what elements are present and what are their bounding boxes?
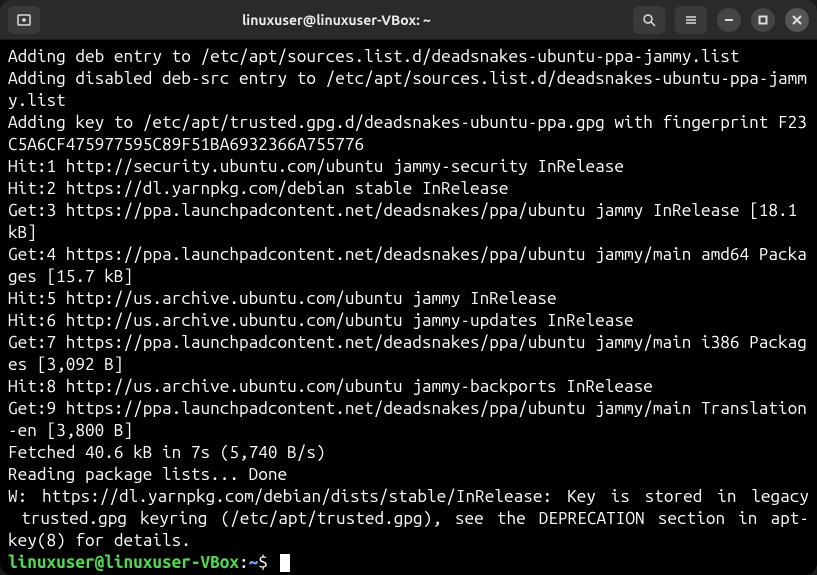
terminal-cursor bbox=[280, 554, 290, 572]
new-tab-button[interactable] bbox=[8, 6, 40, 34]
terminal-line: Hit:5 http://us.archive.ubuntu.com/ubunt… bbox=[8, 289, 557, 308]
terminal-warning-line: W: https://dl.yarnpkg.com/debian/dists/s… bbox=[8, 486, 809, 508]
new-tab-icon bbox=[16, 12, 32, 28]
terminal-line: Adding deb entry to /etc/apt/sources.lis… bbox=[8, 47, 740, 66]
minimize-icon bbox=[724, 15, 734, 25]
terminal-line: Hit:1 http://security.ubuntu.com/ubuntu … bbox=[8, 157, 624, 176]
search-icon bbox=[641, 12, 657, 28]
terminal-warning-line: key(8) for details. bbox=[8, 531, 191, 550]
menu-button[interactable] bbox=[675, 6, 707, 34]
terminal-line: Get:7 https://ppa.launchpadcontent.net/d… bbox=[8, 333, 807, 374]
close-icon bbox=[792, 15, 802, 25]
terminal-line: Hit:2 https://dl.yarnpkg.com/debian stab… bbox=[8, 179, 509, 198]
prompt-colon: : bbox=[239, 553, 249, 572]
terminal-line: Adding disabled deb-src entry to /etc/ap… bbox=[8, 69, 807, 110]
minimize-button[interactable] bbox=[717, 8, 741, 32]
terminal-line: Reading package lists... Done bbox=[8, 465, 287, 484]
prompt-symbol: $ bbox=[258, 553, 268, 572]
search-button[interactable] bbox=[633, 6, 665, 34]
prompt-path: ~ bbox=[249, 553, 259, 572]
titlebar-left-controls bbox=[8, 6, 40, 34]
maximize-icon bbox=[758, 15, 768, 25]
hamburger-icon bbox=[683, 12, 699, 28]
terminal-line: Fetched 40.6 kB in 7s (5,740 B/s) bbox=[8, 443, 326, 462]
terminal-line: Hit:8 http://us.archive.ubuntu.com/ubunt… bbox=[8, 377, 653, 396]
terminal-line: Hit:6 http://us.archive.ubuntu.com/ubunt… bbox=[8, 311, 634, 330]
terminal-line: Adding key to /etc/apt/trusted.gpg.d/dea… bbox=[8, 113, 807, 154]
window-titlebar: linuxuser@linuxuser-VBox: ~ bbox=[0, 0, 817, 40]
terminal-line: Get:3 https://ppa.launchpadcontent.net/d… bbox=[8, 201, 807, 242]
terminal-warning-line: trusted.gpg keyring (/etc/apt/trusted.gp… bbox=[8, 508, 809, 530]
terminal-line: Get:4 https://ppa.launchpadcontent.net/d… bbox=[8, 245, 807, 286]
terminal-line: Get:9 https://ppa.launchpadcontent.net/d… bbox=[8, 399, 807, 440]
prompt-user-host: linuxuser@linuxuser-VBox bbox=[8, 553, 239, 572]
titlebar-right-controls bbox=[633, 6, 809, 34]
close-button[interactable] bbox=[785, 8, 809, 32]
window-title: linuxuser@linuxuser-VBox: ~ bbox=[40, 12, 633, 28]
maximize-button[interactable] bbox=[751, 8, 775, 32]
terminal-output[interactable]: Adding deb entry to /etc/apt/sources.lis… bbox=[0, 40, 817, 575]
